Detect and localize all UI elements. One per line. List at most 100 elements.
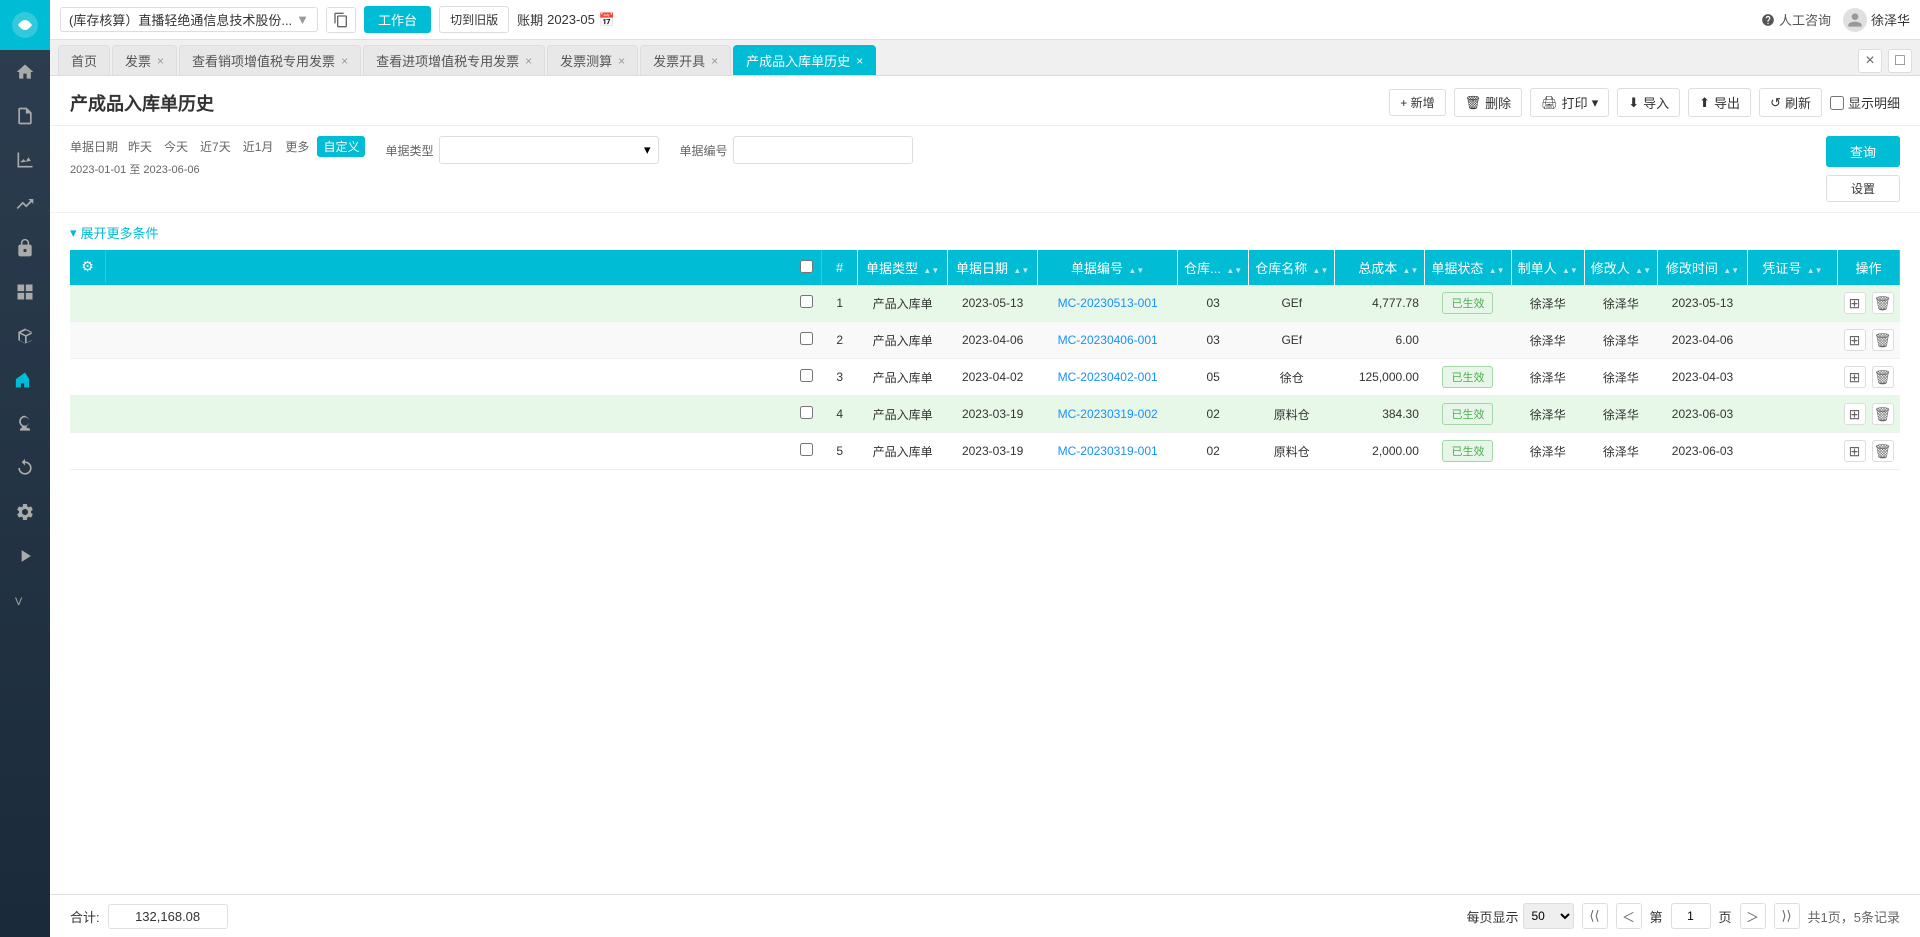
tab-product-instock-close[interactable]: × — [856, 54, 863, 68]
delete-row-btn[interactable]: 🗑 — [1872, 440, 1894, 462]
th-type[interactable]: 单据类型 ▲▼ — [858, 250, 948, 285]
sidebar-item-box[interactable] — [0, 314, 50, 358]
num-input[interactable] — [733, 136, 913, 164]
th-maker[interactable]: 制单人 ▲▼ — [1511, 250, 1584, 285]
tab-check-sales[interactable]: 查看销项增值税专用发票 × — [179, 45, 361, 75]
company-selector[interactable]: (库存核算）直播轻绝通信息技术股份... ▼ — [60, 7, 318, 32]
date-7days-btn[interactable]: 近7天 — [196, 136, 235, 157]
service-btn[interactable]: 人工咨询 — [1761, 10, 1831, 29]
delete-row-btn[interactable]: 🗑 — [1872, 403, 1894, 425]
type-select[interactable]: ▾ — [439, 136, 659, 164]
copy-icon-btn[interactable] — [326, 7, 356, 33]
tab-invoice-close[interactable]: × — [157, 54, 164, 68]
row-checkbox[interactable] — [800, 443, 813, 456]
date-custom-btn[interactable]: 自定义 — [317, 136, 365, 157]
sidebar-item-home[interactable] — [0, 50, 50, 94]
refresh-btn[interactable]: ↺ 刷新 — [1759, 88, 1822, 117]
th-no[interactable]: # — [822, 250, 858, 285]
tab-invoice-calc-close[interactable]: × — [618, 54, 625, 68]
sidebar-item-settings[interactable] — [0, 490, 50, 534]
company-name: (库存核算）直播轻绝通信息技术股份... — [69, 10, 292, 29]
set-btn[interactable]: 设置 — [1826, 175, 1900, 202]
tab-check-sales-close[interactable]: × — [341, 54, 348, 68]
row-num[interactable]: MC-20230406-001 — [1038, 322, 1178, 359]
maximize-btn[interactable]: □ — [1888, 49, 1912, 73]
delete-row-btn[interactable]: 🗑 — [1872, 292, 1894, 314]
expand-btn[interactable]: ▾ 展开更多条件 — [70, 223, 1900, 242]
tab-product-instock[interactable]: 产成品入库单历史 × — [733, 45, 876, 75]
row-num[interactable]: MC-20230319-002 — [1038, 396, 1178, 433]
row-num[interactable]: MC-20230319-001 — [1038, 433, 1178, 470]
sidebar-item-lock[interactable] — [0, 226, 50, 270]
delete-row-btn[interactable]: 🗑 — [1872, 329, 1894, 351]
edit-btn[interactable]: ⊞ — [1844, 366, 1866, 388]
edit-btn[interactable]: ⊞ — [1844, 440, 1866, 462]
date-1month-btn[interactable]: 近1月 — [239, 136, 278, 157]
sidebar-item-warehouse[interactable] — [0, 358, 50, 402]
th-status[interactable]: 单据状态 ▲▼ — [1425, 250, 1511, 285]
th-modtime[interactable]: 修改时间 ▲▼ — [1658, 250, 1748, 285]
sidebar-item-grid[interactable] — [0, 270, 50, 314]
prev-page-btn[interactable]: ＜ — [1616, 903, 1642, 929]
page-number-input[interactable] — [1671, 903, 1711, 929]
tab-invoice-issue-close[interactable]: × — [711, 54, 718, 68]
import-btn[interactable]: ⬇ 导入 — [1617, 88, 1680, 117]
tab-check-purchase-close[interactable]: × — [525, 54, 532, 68]
date-more-btn[interactable]: 更多 — [281, 136, 313, 157]
page-size-dropdown[interactable]: 50 20 100 200 — [1523, 903, 1574, 929]
th-modifier[interactable]: 修改人 ▲▼ — [1584, 250, 1657, 285]
next-page-btn[interactable]: ＞ — [1740, 903, 1766, 929]
row-checkbox[interactable] — [800, 406, 813, 419]
tab-check-purchase[interactable]: 查看进项增值税专用发票 × — [363, 45, 545, 75]
th-checkbox[interactable] — [792, 250, 822, 285]
th-cost[interactable]: 总成本 ▲▼ — [1335, 250, 1425, 285]
row-num[interactable]: MC-20230402-001 — [1038, 359, 1178, 396]
sidebar-item-version[interactable]: V — [0, 578, 50, 622]
sidebar-item-analytics[interactable] — [0, 182, 50, 226]
sidebar-item-chart[interactable] — [0, 138, 50, 182]
close-all-tabs-btn[interactable]: × — [1858, 49, 1882, 73]
th-voucher[interactable]: 凭证号 ▲▼ — [1748, 250, 1838, 285]
tab-home[interactable]: 首页 — [58, 45, 110, 75]
query-btn[interactable]: 查询 — [1826, 136, 1900, 167]
row-checkbox[interactable] — [800, 369, 813, 382]
row-checkbox[interactable] — [800, 295, 813, 308]
user-menu[interactable]: 徐泽华 — [1843, 8, 1910, 32]
calendar-icon[interactable]: 📅 — [599, 12, 615, 28]
sidebar-item-play[interactable] — [0, 534, 50, 578]
delete-row-btn[interactable]: 🗑 — [1872, 366, 1894, 388]
prev-period-button[interactable]: 切到旧版 — [439, 6, 509, 33]
sidebar-item-docs[interactable] — [0, 94, 50, 138]
row-num[interactable]: MC-20230513-001 — [1038, 285, 1178, 322]
date-yesterday-btn[interactable]: 昨天 — [124, 136, 156, 157]
tab-invoice-issue[interactable]: 发票开具 × — [640, 45, 731, 75]
tab-invoice-calc[interactable]: 发票测算 × — [547, 45, 638, 75]
export-btn[interactable]: ⬆ 导出 — [1688, 88, 1751, 117]
date-today-btn[interactable]: 今天 — [160, 136, 192, 157]
th-maker-sort: ▲▼ — [1562, 267, 1578, 275]
edit-btn[interactable]: ⊞ — [1844, 292, 1866, 314]
th-date[interactable]: 单据日期 ▲▼ — [948, 250, 1038, 285]
page-title: 产成品入库单历史 — [70, 90, 214, 116]
th-warehouse-code[interactable]: 仓库... ▲▼ — [1178, 250, 1249, 285]
delete-btn[interactable]: 🗑 删除 — [1454, 88, 1523, 117]
print-btn[interactable]: 🖨 打印 ▾ — [1530, 88, 1609, 117]
last-page-btn[interactable]: ⟩⟩ — [1774, 903, 1800, 929]
select-all-checkbox[interactable] — [800, 260, 813, 273]
period-label: 账期 — [517, 10, 543, 29]
sidebar-item-refresh[interactable] — [0, 446, 50, 490]
show-detail-checkbox[interactable] — [1830, 96, 1844, 110]
tab-invoice[interactable]: 发票 × — [112, 45, 177, 75]
edit-btn[interactable]: ⊞ — [1844, 329, 1866, 351]
th-num[interactable]: 单据编号 ▲▼ — [1038, 250, 1178, 285]
new-btn[interactable]: + 新增 — [1389, 89, 1445, 116]
edit-btn[interactable]: ⊞ — [1844, 403, 1866, 425]
row-checkbox[interactable] — [800, 332, 813, 345]
app-logo[interactable] — [0, 0, 50, 50]
th-settings[interactable]: ⚙ — [70, 250, 106, 283]
delete-label: 删除 — [1485, 93, 1511, 112]
sidebar-item-stamp[interactable] — [0, 402, 50, 446]
workbench-button[interactable]: 工作台 — [364, 6, 431, 33]
first-page-btn[interactable]: ⟨⟨ — [1582, 903, 1608, 929]
th-warehouse-name[interactable]: 仓库名称 ▲▼ — [1249, 250, 1335, 285]
